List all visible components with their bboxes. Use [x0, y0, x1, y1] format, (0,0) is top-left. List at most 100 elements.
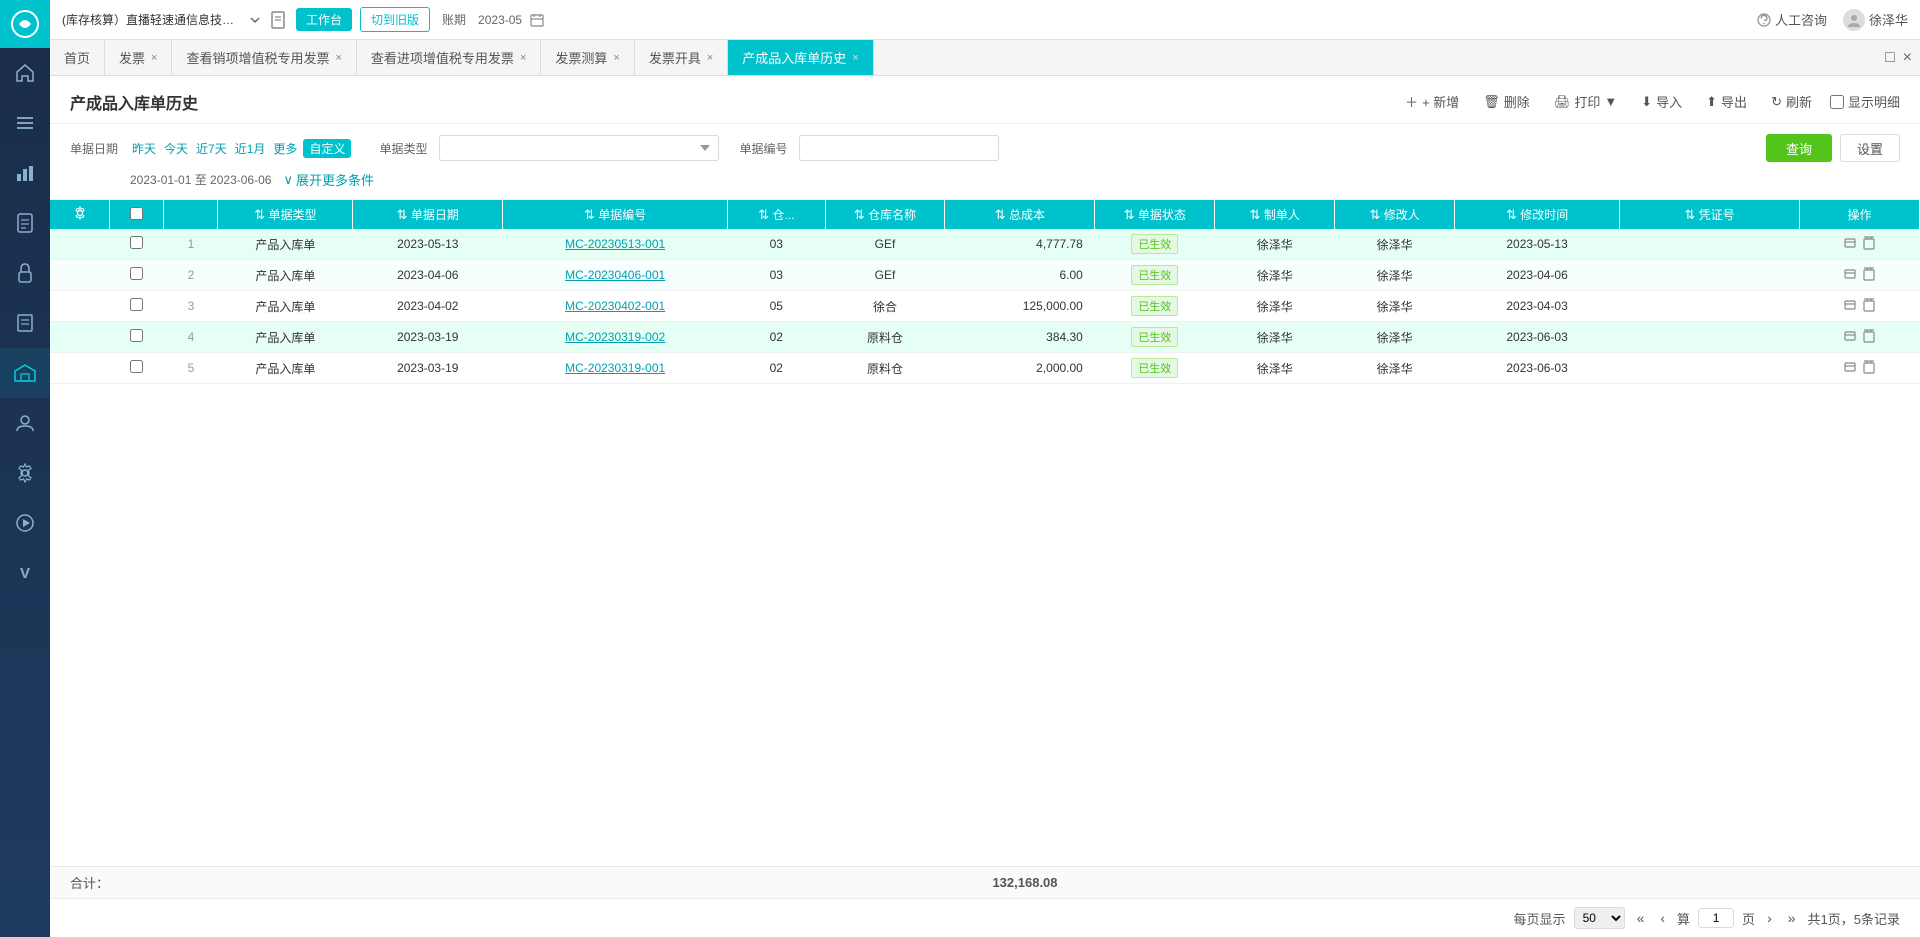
th-total-cost[interactable]: ⇅ 总成本 — [945, 200, 1095, 229]
tab-invoice[interactable]: 发票 × — [105, 40, 172, 75]
first-page-button[interactable]: « — [1633, 908, 1649, 928]
th-doc-date[interactable]: ⇅ 单据日期 — [353, 200, 503, 229]
tab-calc[interactable]: 发票测算 × — [541, 40, 634, 75]
print-button[interactable]: 🖨 打印 ▼ — [1548, 88, 1623, 115]
tab-open[interactable]: 发票开具 × — [635, 40, 728, 75]
cell-doc-no-1[interactable]: MC-20230406-001 — [503, 260, 728, 291]
row-checkbox-0[interactable] — [130, 236, 143, 249]
tab-invoice-close[interactable]: × — [151, 52, 157, 64]
calendar-icon[interactable] — [530, 13, 544, 27]
th-checkbox[interactable] — [110, 200, 164, 229]
edit-icon-0[interactable] — [1843, 236, 1857, 253]
sidebar-item-home[interactable] — [0, 48, 50, 98]
sidebar-item-warehouse[interactable] — [0, 348, 50, 398]
delete-icon-3[interactable] — [1863, 329, 1875, 346]
th-wh-code[interactable]: ⇅ 仓... — [728, 200, 825, 229]
date-yesterday[interactable]: 昨天 — [130, 139, 158, 158]
doc-no-input[interactable] — [799, 135, 999, 161]
cell-doc-no-4[interactable]: MC-20230319-001 — [503, 353, 728, 384]
th-creator[interactable]: ⇅ 制单人 — [1215, 200, 1335, 229]
sidebar-item-play[interactable] — [0, 498, 50, 548]
cell-checkbox-0[interactable] — [110, 229, 164, 260]
row-checkbox-4[interactable] — [130, 360, 143, 373]
import-button[interactable]: ⬇ 导入 — [1635, 88, 1688, 115]
app-logo[interactable] — [0, 0, 50, 48]
sidebar-item-docs[interactable] — [0, 298, 50, 348]
tab-product-history-close[interactable]: × — [852, 52, 858, 64]
tab-check-input[interactable]: 查看进项增值税专用发票 × — [357, 40, 541, 75]
tab-check-output-close[interactable]: × — [335, 52, 341, 64]
th-settings[interactable] — [50, 200, 110, 229]
th-doc-status[interactable]: ⇅ 单据状态 — [1095, 200, 1215, 229]
sidebar-item-lock[interactable] — [0, 248, 50, 298]
th-doc-no[interactable]: ⇅ 单据编号 — [503, 200, 728, 229]
th-mod-time[interactable]: ⇅ 修改时间 — [1455, 200, 1620, 229]
th-doc-type[interactable]: ⇅ 单据类型 — [218, 200, 353, 229]
sidebar-item-gear[interactable] — [0, 448, 50, 498]
next-page-button[interactable]: › — [1763, 908, 1776, 928]
cell-settings-0[interactable] — [50, 229, 110, 260]
window-close-icon[interactable]: × — [1903, 49, 1912, 67]
page-input[interactable] — [1698, 908, 1734, 928]
sidebar-item-chart[interactable] — [0, 148, 50, 198]
edit-icon-2[interactable] — [1843, 298, 1857, 315]
page-size-select[interactable]: 20 50 100 — [1574, 907, 1625, 929]
sidebar-item-menu[interactable] — [0, 98, 50, 148]
expand-filter-button[interactable]: ∨ 展开更多条件 — [283, 170, 374, 189]
cell-settings-2[interactable] — [50, 291, 110, 322]
user-avatar-area[interactable]: 徐泽华 — [1843, 9, 1908, 31]
query-button[interactable]: 查询 — [1766, 134, 1832, 162]
cell-settings-4[interactable] — [50, 353, 110, 384]
row-checkbox-2[interactable] — [130, 298, 143, 311]
select-all-checkbox[interactable] — [130, 207, 143, 220]
tab-open-close[interactable]: × — [707, 52, 713, 64]
date-7days[interactable]: 近7天 — [194, 139, 229, 158]
doc-type-select[interactable]: 产品入库单 — [439, 135, 719, 161]
sidebar-item-person[interactable] — [0, 398, 50, 448]
export-button[interactable]: ⬆ 导出 — [1700, 88, 1753, 115]
table-wrapper[interactable]: ⇅ 单据类型 ⇅ 单据日期 ⇅ 单据编号 ⇅ 仓... ⇅ 仓库名称 — [50, 200, 1920, 866]
sidebar-item-invoice[interactable] — [0, 198, 50, 248]
date-1month[interactable]: 近1月 — [233, 139, 268, 158]
date-more[interactable]: 更多 — [271, 139, 299, 158]
th-voucher[interactable]: ⇅ 凭证号 — [1620, 200, 1800, 229]
cell-checkbox-4[interactable] — [110, 353, 164, 384]
workspace-button[interactable]: 工作台 — [296, 8, 352, 31]
delete-button[interactable]: 🗑 删除 — [1477, 88, 1536, 115]
edit-icon-1[interactable] — [1843, 267, 1857, 284]
delete-icon-4[interactable] — [1863, 360, 1875, 377]
row-checkbox-3[interactable] — [130, 329, 143, 342]
delete-icon-0[interactable] — [1863, 236, 1875, 253]
tab-product-history[interactable]: 产成品入库单历史 × — [728, 40, 873, 75]
tab-calc-close[interactable]: × — [613, 52, 619, 64]
edit-icon-3[interactable] — [1843, 329, 1857, 346]
th-modifier[interactable]: ⇅ 修改人 — [1335, 200, 1455, 229]
prev-page-button[interactable]: ‹ — [1656, 908, 1669, 928]
row-checkbox-1[interactable] — [130, 267, 143, 280]
document-icon[interactable] — [268, 10, 288, 30]
company-dropdown-icon[interactable] — [250, 15, 260, 25]
window-restore-icon[interactable]: □ — [1885, 49, 1895, 67]
date-custom[interactable]: 自定义 — [303, 139, 351, 158]
tab-home[interactable]: 首页 — [50, 40, 105, 75]
edit-icon-4[interactable] — [1843, 360, 1857, 377]
cell-doc-no-2[interactable]: MC-20230402-001 — [503, 291, 728, 322]
show-detail-checkbox[interactable] — [1830, 95, 1844, 109]
cell-settings-3[interactable] — [50, 322, 110, 353]
date-today[interactable]: 今天 — [162, 139, 190, 158]
tab-check-input-close[interactable]: × — [520, 52, 526, 64]
refresh-button[interactable]: ↻ 刷新 — [1765, 88, 1818, 115]
delete-icon-2[interactable] — [1863, 298, 1875, 315]
tab-check-output[interactable]: 查看销项增值税专用发票 × — [172, 40, 356, 75]
new-button[interactable]: ＋ + 新增 — [1399, 88, 1465, 115]
cell-doc-no-0[interactable]: MC-20230513-001 — [503, 229, 728, 260]
cell-checkbox-3[interactable] — [110, 322, 164, 353]
cell-checkbox-2[interactable] — [110, 291, 164, 322]
sidebar-item-v[interactable]: V — [0, 548, 50, 598]
support-area[interactable]: 人工咨询 — [1757, 10, 1827, 29]
th-wh-name[interactable]: ⇅ 仓库名称 — [825, 200, 945, 229]
last-page-button[interactable]: » — [1784, 908, 1800, 928]
delete-icon-1[interactable] — [1863, 267, 1875, 284]
cell-settings-1[interactable] — [50, 260, 110, 291]
cell-doc-no-3[interactable]: MC-20230319-002 — [503, 322, 728, 353]
